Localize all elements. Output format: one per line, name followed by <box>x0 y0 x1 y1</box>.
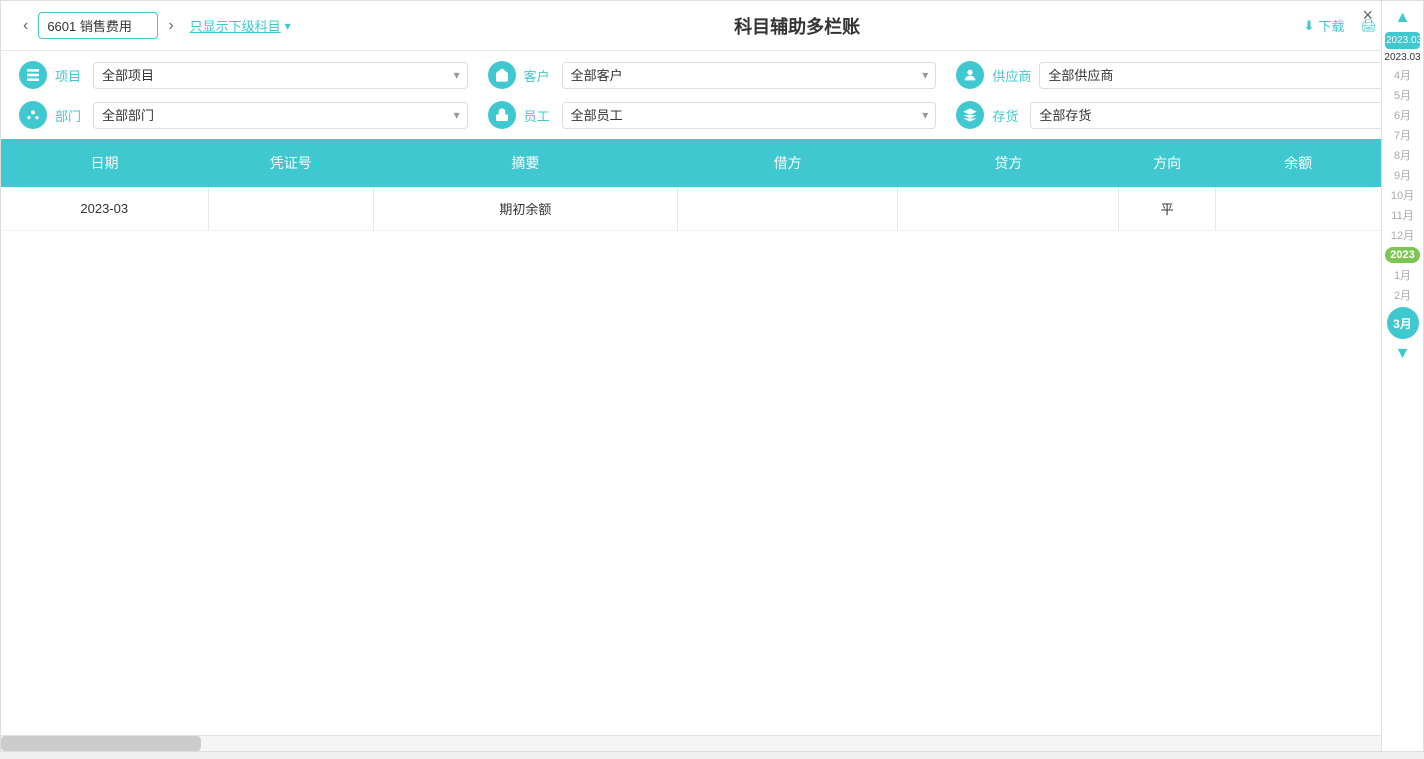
sidebar-year-2023[interactable]: 2023 <box>1385 247 1420 263</box>
table-row: 2023-03 期初余额 平 <box>1 187 1381 231</box>
customer-select-wrapper: 全部客户 ▾ <box>562 62 937 89</box>
cell-credit <box>898 187 1119 231</box>
table-header-row: 日期 凭证号 摘要 借方 贷方 方向 余额 <box>1 139 1381 187</box>
sidebar-period-11[interactable]: 11月 <box>1382 205 1423 225</box>
show-sub-toggle[interactable]: 只显示下级科目 <box>190 16 281 35</box>
sidebar-period-3-active[interactable]: 3月 <box>1387 307 1419 339</box>
col-direction: 方向 <box>1119 139 1216 187</box>
main-window: × ‹ 6601 销售费用 › 只显示下级科目 ▾ 科目辅助多栏账 ⬇ 下载 🖨… <box>0 0 1424 752</box>
account-code-input[interactable]: 6601 销售费用 <box>38 12 158 39</box>
cell-voucher <box>208 187 374 231</box>
department-select[interactable]: 全部部门 <box>93 102 468 129</box>
employee-select[interactable]: 全部员工 <box>562 102 937 129</box>
filter-item-project: 项目 全部项目 ▾ <box>11 57 476 93</box>
table-container[interactable]: 日期 凭证号 摘要 借方 贷方 方向 余额 2023-03 期初余额 <box>1 139 1381 759</box>
filter-container: 项目 全部项目 ▾ 客户 全部客户 ▾ <box>1 51 1423 139</box>
sidebar-period-5[interactable]: 5月 <box>1382 85 1423 105</box>
right-sidebar: ▲ 2023.03 2023.03 4月 5月 6月 7月 8月 9月 10月 … <box>1381 1 1423 751</box>
supplier-label: 供应商 <box>992 66 1031 85</box>
content-area: 日期 凭证号 摘要 借方 贷方 方向 余额 2023-03 期初余额 <box>1 139 1381 759</box>
customer-icon <box>488 61 516 89</box>
cell-date: 2023-03 <box>1 187 208 231</box>
cell-summary: 期初余额 <box>374 187 678 231</box>
col-balance: 余额 <box>1215 139 1381 187</box>
sidebar-up-button[interactable]: ▲ <box>1382 5 1423 31</box>
prev-account-button[interactable]: ‹ <box>17 15 34 37</box>
col-credit: 贷方 <box>898 139 1119 187</box>
employee-icon <box>488 101 516 129</box>
sidebar-period-2023-03-2[interactable]: 2023.03 <box>1382 50 1423 65</box>
project-select[interactable]: 全部项目 <box>93 62 468 89</box>
project-select-wrapper: 全部项目 ▾ <box>93 62 468 89</box>
department-select-wrapper: 全部部门 ▾ <box>93 102 468 129</box>
inventory-select-wrapper: 全部存货 ▾ <box>1030 102 1405 129</box>
sidebar-period-1[interactable]: 1月 <box>1382 265 1423 285</box>
inventory-icon <box>956 101 984 129</box>
download-icon: ⬇ <box>1304 18 1315 34</box>
filter-item-supplier: 供应商 全部供应商 ▾ <box>948 57 1413 93</box>
download-label: 下载 <box>1318 16 1344 35</box>
supplier-select-wrapper: 全部供应商 ▾ <box>1039 62 1405 89</box>
sidebar-period-12[interactable]: 12月 <box>1382 225 1423 245</box>
sidebar-period-2[interactable]: 2月 <box>1382 285 1423 305</box>
sidebar-period-2023-03-top[interactable]: 2023.03 <box>1385 32 1420 49</box>
cell-balance <box>1215 187 1381 231</box>
project-icon <box>19 61 47 89</box>
sidebar-period-9[interactable]: 9月 <box>1382 165 1423 185</box>
employee-select-wrapper: 全部员工 ▾ <box>562 102 937 129</box>
sidebar-period-8[interactable]: 8月 <box>1382 145 1423 165</box>
col-debit: 借方 <box>677 139 898 187</box>
close-button[interactable]: × <box>1362 5 1373 26</box>
department-label: 部门 <box>55 106 85 125</box>
top-bar: ‹ 6601 销售费用 › 只显示下级科目 ▾ 科目辅助多栏账 ⬇ 下载 🖨 打… <box>1 1 1423 51</box>
sidebar-period-4[interactable]: 4月 <box>1382 65 1423 85</box>
filter-item-department: 部门 全部部门 ▾ <box>11 97 476 133</box>
data-table: 日期 凭证号 摘要 借方 贷方 方向 余额 2023-03 期初余额 <box>1 139 1381 231</box>
col-date: 日期 <box>1 139 208 187</box>
supplier-icon <box>956 61 984 89</box>
sidebar-down-button[interactable]: ▼ <box>1382 341 1423 367</box>
horizontal-scrollbar[interactable] <box>1 735 1383 751</box>
scrollbar-thumb[interactable] <box>1 736 201 751</box>
customer-select[interactable]: 全部客户 <box>562 62 937 89</box>
page-title: 科目辅助多栏账 <box>291 13 1304 39</box>
customer-label: 客户 <box>524 66 554 85</box>
col-voucher: 凭证号 <box>208 139 374 187</box>
project-label: 项目 <box>55 66 85 85</box>
filter-item-employee: 员工 全部员工 ▾ <box>480 97 945 133</box>
col-summary: 摘要 <box>374 139 678 187</box>
download-button[interactable]: ⬇ 下载 <box>1304 16 1345 35</box>
cell-debit <box>677 187 898 231</box>
supplier-select[interactable]: 全部供应商 <box>1039 62 1405 89</box>
department-icon <box>19 101 47 129</box>
sidebar-period-6[interactable]: 6月 <box>1382 105 1423 125</box>
employee-label: 员工 <box>524 106 554 125</box>
sidebar-period-10[interactable]: 10月 <box>1382 185 1423 205</box>
cell-direction: 平 <box>1119 187 1216 231</box>
next-account-button[interactable]: › <box>162 15 179 37</box>
inventory-label: 存货 <box>992 106 1022 125</box>
filter-item-inventory: 存货 全部存货 ▾ <box>948 97 1413 133</box>
inventory-select[interactable]: 全部存货 <box>1030 102 1405 129</box>
sidebar-period-7[interactable]: 7月 <box>1382 125 1423 145</box>
filter-item-customer: 客户 全部客户 ▾ <box>480 57 945 93</box>
